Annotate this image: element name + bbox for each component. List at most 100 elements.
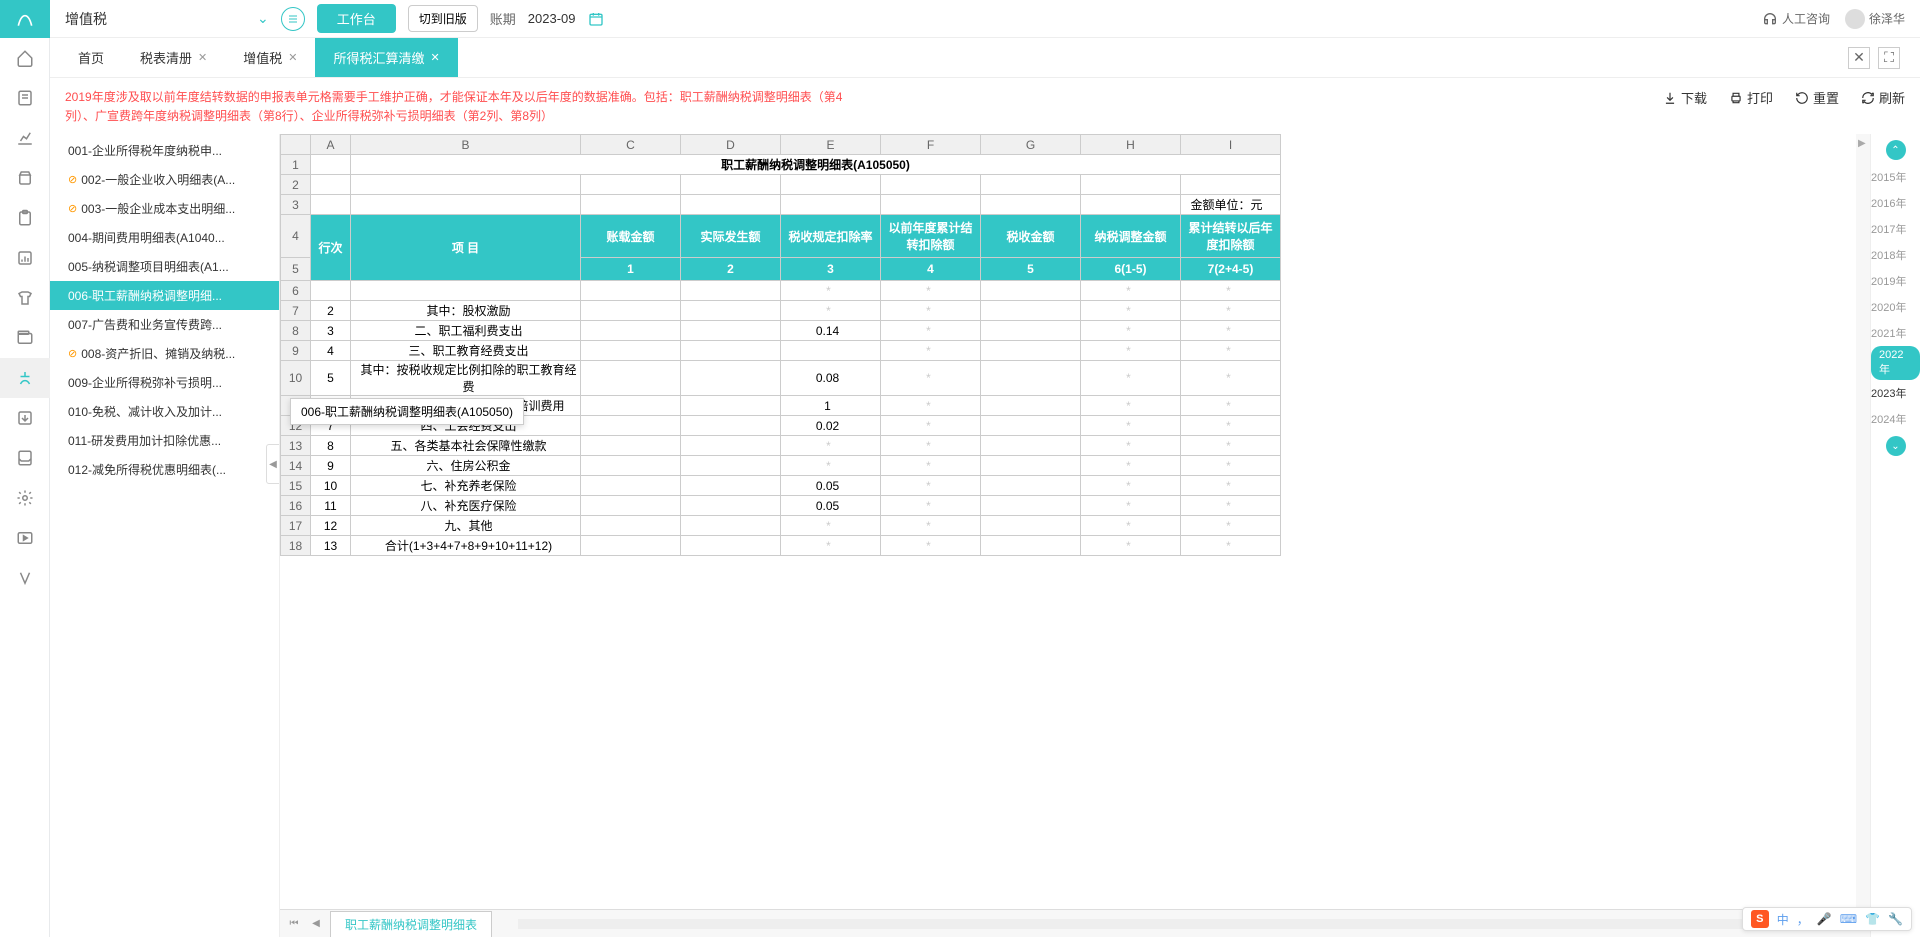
tab-tax-list[interactable]: 税表清册✕ — [122, 38, 225, 77]
cell[interactable]: * — [1081, 341, 1181, 361]
cell[interactable] — [681, 516, 781, 536]
tab-vat[interactable]: 增值税✕ — [225, 38, 315, 77]
row-header[interactable]: 7 — [281, 301, 311, 321]
reset-button[interactable]: 重置 — [1795, 88, 1839, 107]
cell[interactable]: * — [1181, 516, 1281, 536]
nav-home-icon[interactable] — [0, 38, 50, 78]
cell[interactable] — [581, 536, 681, 556]
cell[interactable]: * — [1181, 281, 1281, 301]
row-header[interactable]: 4 — [281, 215, 311, 258]
cell[interactable] — [681, 396, 781, 416]
nav-wallet-icon[interactable] — [0, 318, 50, 358]
cell[interactable] — [981, 516, 1081, 536]
tree-item[interactable]: 001-企业所得税年度纳税申... — [50, 136, 279, 165]
row-header[interactable]: 13 — [281, 436, 311, 456]
cell[interactable] — [981, 476, 1081, 496]
cell-seq[interactable] — [311, 281, 351, 301]
nav-tshirt-icon[interactable] — [0, 278, 50, 318]
list-toggle-button[interactable] — [281, 7, 305, 31]
row-header[interactable]: 9 — [281, 341, 311, 361]
cell[interactable]: * — [881, 456, 981, 476]
cell-rate[interactable]: * — [781, 301, 881, 321]
tax-type-select[interactable]: 增值税 ⌄ — [65, 9, 269, 29]
ime-keyboard-icon[interactable]: ⌨ — [1840, 912, 1857, 926]
col-header[interactable]: B — [351, 135, 581, 155]
nav-v-icon[interactable] — [0, 558, 50, 598]
year-item[interactable]: 2015年 — [1871, 164, 1920, 190]
cell[interactable] — [981, 436, 1081, 456]
cell-name[interactable]: 合计(1+3+4+7+8+9+10+11+12) — [351, 536, 581, 556]
col-header[interactable]: H — [1081, 135, 1181, 155]
nav-settings-icon[interactable] — [0, 478, 50, 518]
sheet-nav-prev[interactable]: ◀ — [308, 918, 324, 929]
cell[interactable] — [681, 456, 781, 476]
row-header[interactable]: 5 — [281, 258, 311, 281]
year-item[interactable]: 2017年 — [1871, 216, 1920, 242]
cell-rate[interactable]: * — [781, 516, 881, 536]
col-header[interactable]: F — [881, 135, 981, 155]
row-header[interactable]: 15 — [281, 476, 311, 496]
col-header[interactable]: C — [581, 135, 681, 155]
cell[interactable]: * — [881, 476, 981, 496]
ime-lang-label[interactable]: 中 — [1777, 911, 1789, 928]
cell[interactable] — [581, 341, 681, 361]
cell[interactable]: * — [1181, 456, 1281, 476]
close-icon[interactable]: ✕ — [198, 51, 207, 64]
cell-rate[interactable]: 0.02 — [781, 416, 881, 436]
cell[interactable] — [681, 476, 781, 496]
tab-close-all-button[interactable]: ✕ — [1848, 47, 1870, 69]
cell[interactable] — [681, 321, 781, 341]
cell[interactable]: * — [1181, 396, 1281, 416]
tab-expand-button[interactable]: ⛶ — [1878, 47, 1900, 69]
year-item[interactable]: 2024年 — [1871, 406, 1920, 432]
close-icon[interactable]: ✕ — [431, 51, 440, 64]
sheet-tab[interactable]: 职工薪酬纳税调整明细表 — [330, 911, 492, 937]
tree-item[interactable]: ⊘002-一般企业收入明细表(A... — [50, 165, 279, 194]
tree-item[interactable]: 009-企业所得税弥补亏损明... — [50, 368, 279, 397]
cell-rate[interactable]: 0.05 — [781, 476, 881, 496]
row-header[interactable]: 1 — [281, 155, 311, 175]
cell[interactable] — [681, 496, 781, 516]
cell[interactable] — [981, 456, 1081, 476]
cell[interactable]: * — [1081, 361, 1181, 396]
row-header[interactable]: 14 — [281, 456, 311, 476]
cell-rate[interactable]: * — [781, 456, 881, 476]
cell[interactable]: * — [1081, 436, 1181, 456]
tree-item[interactable]: 011-研发费用加计扣除优惠... — [50, 426, 279, 455]
cell[interactable]: * — [881, 416, 981, 436]
old-version-button[interactable]: 切到旧版 — [408, 5, 478, 32]
cell[interactable]: * — [1081, 456, 1181, 476]
cell[interactable]: * — [881, 496, 981, 516]
nav-archive-icon[interactable] — [0, 398, 50, 438]
rail-expand-icon[interactable]: ▶ — [1858, 138, 1866, 149]
col-header[interactable]: G — [981, 135, 1081, 155]
cell[interactable]: * — [1181, 496, 1281, 516]
cell[interactable]: * — [1181, 341, 1281, 361]
cell-seq[interactable]: 3 — [311, 321, 351, 341]
tree-item[interactable]: ⊘003-一般企业成本支出明细... — [50, 194, 279, 223]
calendar-icon[interactable] — [588, 11, 604, 27]
cell[interactable]: * — [881, 361, 981, 396]
cell-name[interactable]: 其中：按税收规定比例扣除的职工教育经费 — [351, 361, 581, 396]
tree-item[interactable]: 005-纳税调整项目明细表(A1... — [50, 252, 279, 281]
tab-income-tax[interactable]: 所得税汇算清缴✕ — [315, 38, 457, 77]
cell[interactable] — [581, 436, 681, 456]
cell[interactable]: * — [1181, 361, 1281, 396]
col-header[interactable]: A — [311, 135, 351, 155]
nav-doc-icon[interactable] — [0, 78, 50, 118]
year-up-button[interactable]: ⌃ — [1886, 140, 1906, 160]
cell-seq[interactable]: 8 — [311, 436, 351, 456]
cell[interactable]: * — [1081, 536, 1181, 556]
row-header[interactable]: 6 — [281, 281, 311, 301]
cell[interactable] — [581, 476, 681, 496]
tree-item[interactable]: 010-免税、减计收入及加计... — [50, 397, 279, 426]
year-item[interactable]: 2020年 — [1871, 294, 1920, 320]
cell-name[interactable]: 二、职工福利费支出 — [351, 321, 581, 341]
year-down-button[interactable]: ⌄ — [1886, 436, 1906, 456]
year-item[interactable]: 2023年 — [1871, 380, 1920, 406]
cell[interactable] — [681, 416, 781, 436]
cell[interactable] — [681, 436, 781, 456]
ime-tool-icon[interactable]: 🔧 — [1888, 912, 1903, 926]
cell[interactable] — [981, 396, 1081, 416]
cell-seq[interactable]: 4 — [311, 341, 351, 361]
